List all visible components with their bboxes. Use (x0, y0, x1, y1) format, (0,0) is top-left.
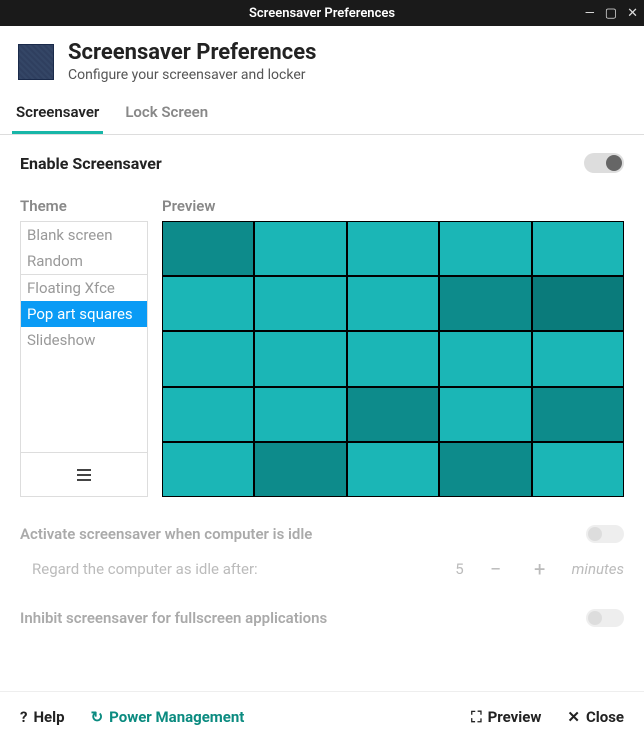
tab-bar: Screensaver Lock Screen (0, 93, 644, 135)
refresh-icon: ↻ (91, 708, 104, 726)
help-icon: ? (20, 708, 27, 726)
theme-item-pop-art[interactable]: Pop art squares (21, 301, 147, 327)
activate-idle-label: Activate screensaver when computer is id… (20, 525, 312, 543)
footer: ? Help ↻ Power Management ⛶ Preview ✕ Cl… (0, 691, 644, 742)
idle-after-label: Regard the computer as idle after: (32, 560, 258, 578)
hamburger-icon (77, 469, 91, 481)
header-subtitle: Configure your screensaver and locker (68, 67, 316, 83)
window-close-button[interactable]: ✕ (627, 7, 638, 20)
window-title: Screensaver Preferences (249, 6, 395, 21)
enable-screensaver-label: Enable Screensaver (20, 154, 162, 173)
close-label: Close (586, 708, 624, 726)
idle-after-minus[interactable]: − (484, 557, 508, 581)
idle-after-plus[interactable]: + (528, 557, 552, 581)
window-maximize-button[interactable]: ▢ (605, 7, 617, 20)
inhibit-fullscreen-label: Inhibit screensaver for fullscreen appli… (20, 609, 327, 627)
power-management-label: Power Management (109, 708, 244, 726)
theme-item-slideshow[interactable]: Slideshow (21, 327, 147, 353)
idle-after-row: Regard the computer as idle after: 5 − +… (20, 557, 624, 581)
tab-content: Enable Screensaver Theme Blank screen Ra… (0, 135, 644, 691)
close-button[interactable]: ✕ Close (567, 708, 624, 726)
enable-screensaver-toggle[interactable] (584, 153, 624, 173)
preview-header: Preview (162, 197, 624, 215)
screensaver-preview (162, 221, 624, 497)
tab-lock-screen[interactable]: Lock Screen (121, 93, 212, 134)
theme-list[interactable]: Blank screen Random Floating Xfce Pop ar… (20, 221, 148, 453)
power-management-button[interactable]: ↻ Power Management (91, 708, 245, 726)
tab-screensaver[interactable]: Screensaver (12, 93, 103, 134)
window-minimize-button[interactable]: — (585, 7, 595, 20)
idle-after-unit: minutes (572, 560, 624, 578)
app-icon (18, 44, 54, 80)
inhibit-fullscreen-toggle[interactable] (586, 609, 624, 627)
screensaver-preferences-window: { "titlebar": { "title": "Screensaver Pr… (0, 0, 644, 742)
theme-configure-button[interactable] (20, 453, 148, 497)
preview-label: Preview (488, 708, 542, 726)
inhibit-fullscreen-row: Inhibit screensaver for fullscreen appli… (20, 609, 624, 627)
theme-header: Theme (20, 197, 148, 215)
theme-item-blank[interactable]: Blank screen (21, 222, 147, 248)
theme-item-random[interactable]: Random (21, 248, 147, 274)
close-icon: ✕ (567, 708, 580, 726)
activate-idle-row: Activate screensaver when computer is id… (20, 525, 624, 543)
help-label: Help (33, 708, 64, 726)
header-title: Screensaver Preferences (68, 40, 316, 65)
idle-after-value: 5 (434, 560, 464, 578)
activate-idle-toggle[interactable] (586, 525, 624, 543)
theme-item-floating-xfce[interactable]: Floating Xfce (21, 275, 147, 301)
preview-button[interactable]: ⛶ Preview (471, 708, 541, 726)
header: Screensaver Preferences Configure your s… (0, 26, 644, 93)
window-titlebar: Screensaver Preferences — ▢ ✕ (0, 0, 644, 26)
help-button[interactable]: ? Help (20, 708, 65, 726)
fullscreen-icon: ⛶ (471, 708, 482, 726)
